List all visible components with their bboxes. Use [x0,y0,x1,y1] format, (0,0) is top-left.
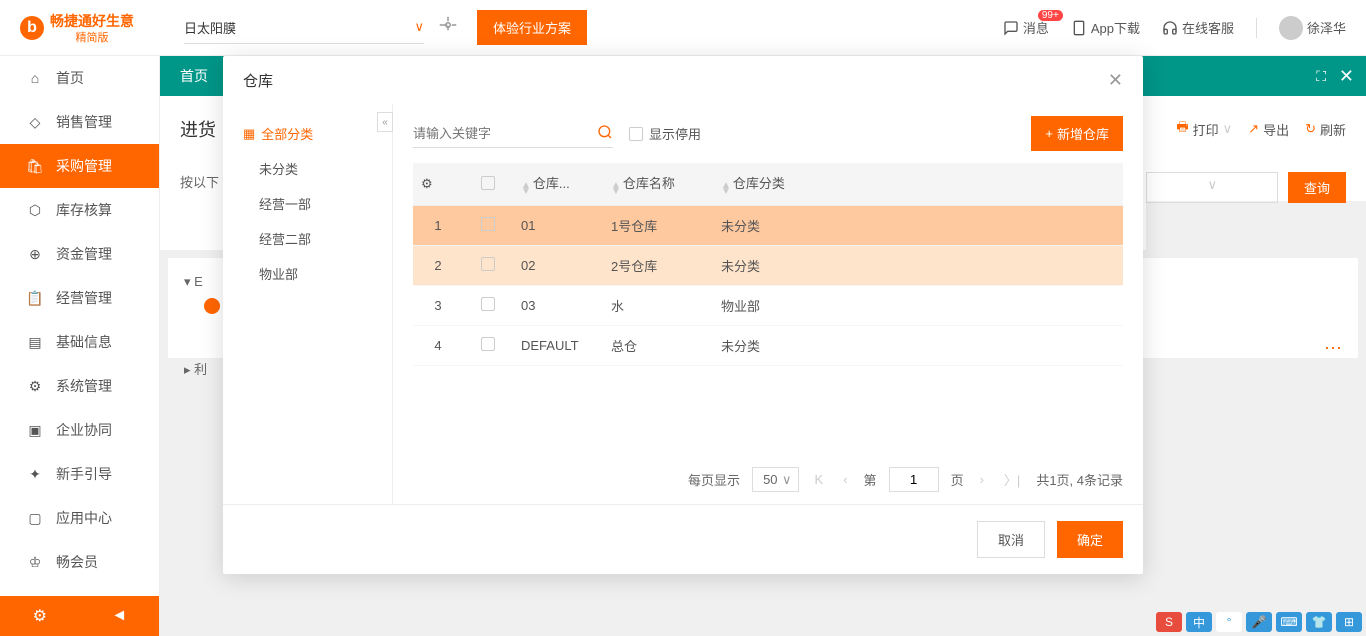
table-row[interactable]: 4 DEFAULT 总仓 未分类 [413,326,1123,366]
column-label: 仓库... [533,176,570,191]
checkbox-label: 显示停用 [649,124,701,143]
category-column-header[interactable]: ▲▼仓库分类 [713,163,1123,206]
add-warehouse-button[interactable]: + 新增仓库 [1031,116,1123,151]
tree-item[interactable]: 物业部 [223,256,392,291]
cell-name: 1号仓库 [603,206,713,246]
page-size-value: 50 [763,472,777,487]
first-page-button[interactable]: K [811,472,828,487]
row-number: 4 [413,326,463,366]
chevron-down-icon: ∨ [782,472,792,488]
row-checkbox[interactable] [481,337,495,351]
row-number: 3 [413,286,463,326]
page-input[interactable] [889,467,939,492]
search-input[interactable] [413,120,613,148]
checkbox-icon [481,176,495,190]
cell-name: 水 [603,286,713,326]
sort-icon: ▲▼ [521,183,531,195]
modal-close-icon[interactable]: ✕ [1108,70,1123,91]
prev-page-button[interactable]: ‹ [839,472,851,487]
ime-punct-icon[interactable]: ° [1216,612,1242,632]
tree-root-label: 全部分类 [261,124,313,143]
warehouse-modal: 仓库 ✕ « ▦ 全部分类 未分类 经营一部 经营二部 物业部 [223,56,1143,574]
row-number: 2 [413,246,463,286]
next-page-button[interactable]: › [976,472,988,487]
show-disabled-checkbox[interactable]: 显示停用 [629,124,701,143]
column-label: 仓库名称 [623,176,675,191]
name-column-header[interactable]: ▲▼仓库名称 [603,163,713,206]
cell-name: 2号仓库 [603,246,713,286]
ime-icon[interactable]: S [1156,612,1182,632]
tree-root[interactable]: ▦ 全部分类 [223,116,392,151]
modal-title: 仓库 [243,70,273,91]
column-label: 仓库分类 [733,176,785,191]
checkbox-icon [629,127,643,141]
per-page-label: 每页显示 [688,470,740,489]
cell-code: 01 [513,206,603,246]
plus-icon: + [1045,126,1053,141]
table-row[interactable]: 2 02 2号仓库 未分类 [413,246,1123,286]
warehouse-table: ⚙ ▲▼仓库... ▲▼仓库名称 ▲▼仓库分类 1 01 1号仓库 [413,163,1123,366]
cell-category: 未分类 [713,246,1123,286]
confirm-button[interactable]: 确定 [1057,521,1123,558]
last-page-button[interactable]: 〉| [1000,470,1024,489]
sort-icon: ▲▼ [721,183,731,195]
cancel-button[interactable]: 取消 [977,521,1045,558]
table-row[interactable]: 3 03 水 物业部 [413,286,1123,326]
settings-column[interactable]: ⚙ [413,163,463,206]
tree-item[interactable]: 经营二部 [223,221,392,256]
pagination-total: 共1页, 4条记录 [1036,470,1123,489]
ime-tool-icon[interactable]: ⊞ [1336,612,1362,632]
page-prefix: 第 [864,470,877,489]
category-tree: « ▦ 全部分类 未分类 经营一部 经营二部 物业部 [223,104,393,504]
cell-code: DEFAULT [513,326,603,366]
grid-icon: ▦ [243,126,255,142]
cell-code: 03 [513,286,603,326]
checkbox-column[interactable] [463,163,513,206]
page-suffix: 页 [951,470,964,489]
tree-item[interactable]: 未分类 [223,151,392,186]
ime-skin-icon[interactable]: 👕 [1306,612,1332,632]
modal-overlay: 仓库 ✕ « ▦ 全部分类 未分类 经营一部 经营二部 物业部 [0,0,1366,636]
cell-name: 总仓 [603,326,713,366]
os-taskbar-icons: S 中 ° 🎤 ⌨ 👕 ⊞ [1156,612,1362,632]
pagination: 每页显示 50 ∨ K ‹ 第 页 › 〉| 共1页, 4条记录 [413,447,1123,492]
search-icon[interactable] [597,124,613,145]
row-checkbox[interactable] [481,217,495,231]
page-size-selector[interactable]: 50 ∨ [752,467,798,492]
add-button-label: 新增仓库 [1057,124,1109,143]
row-number: 1 [413,206,463,246]
tree-item[interactable]: 经营一部 [223,186,392,221]
sort-icon: ▲▼ [611,183,621,195]
cell-category: 物业部 [713,286,1123,326]
cell-category: 未分类 [713,206,1123,246]
ime-lang-icon[interactable]: 中 [1186,612,1212,632]
ime-keyboard-icon[interactable]: ⌨ [1276,612,1302,632]
code-column-header[interactable]: ▲▼仓库... [513,163,603,206]
cell-code: 02 [513,246,603,286]
ime-mic-icon[interactable]: 🎤 [1246,612,1272,632]
row-checkbox[interactable] [481,297,495,311]
row-checkbox[interactable] [481,257,495,271]
table-row[interactable]: 1 01 1号仓库 未分类 [413,206,1123,246]
collapse-tree-button[interactable]: « [377,112,393,132]
cell-category: 未分类 [713,326,1123,366]
